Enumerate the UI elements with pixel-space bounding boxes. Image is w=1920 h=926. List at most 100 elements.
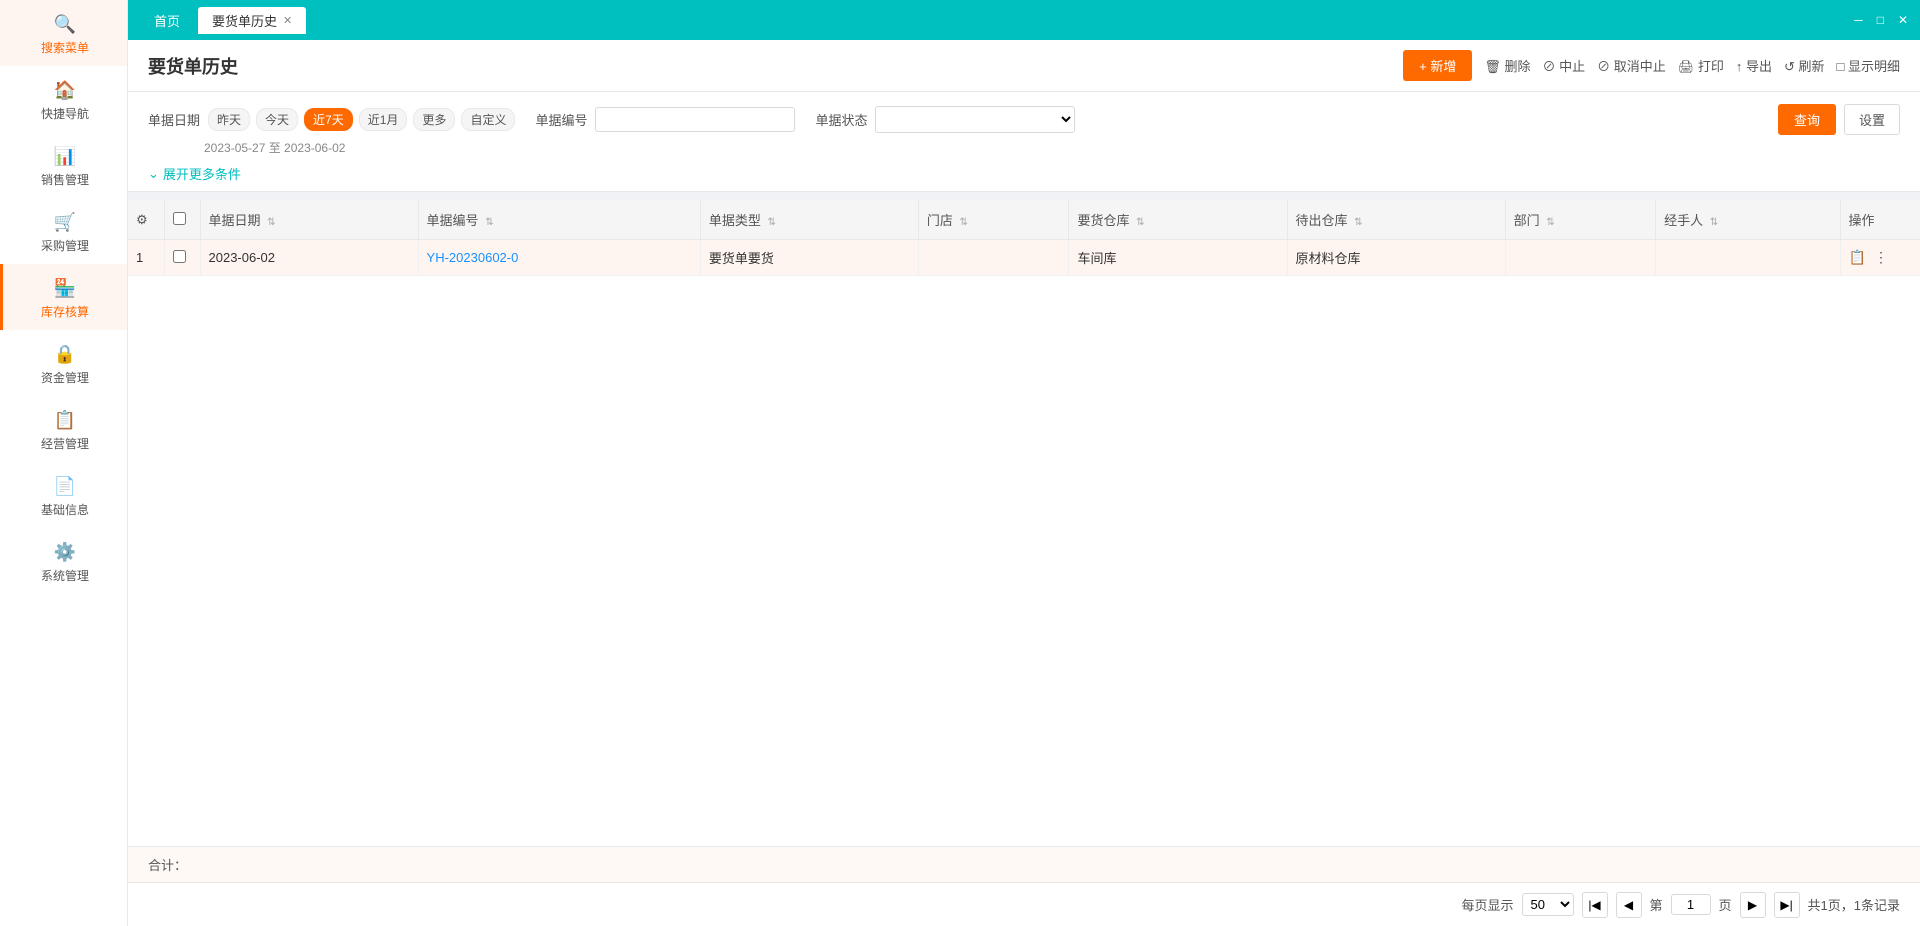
purchase-icon: 🛒 <box>54 212 76 233</box>
col-settings[interactable]: ⚙ <box>128 200 164 240</box>
status-select[interactable] <box>875 106 1075 133</box>
sidebar-item-label: 资金管理 <box>41 369 89 386</box>
date-last7days[interactable]: 近7天 <box>304 108 353 131</box>
settings-button[interactable]: 设置 <box>1844 104 1900 135</box>
sort-store-icon: ⇅ <box>960 217 968 228</box>
row-edit-icon[interactable]: 📋 <box>1849 249 1866 266</box>
sort-date-icon: ⇅ <box>267 217 275 228</box>
sidebar-item-system[interactable]: ⚙️ 系统管理 <box>0 528 127 594</box>
export-button[interactable]: ↑ 导出 <box>1736 56 1772 75</box>
row-checkbox[interactable] <box>173 250 186 263</box>
sidebar-item-search[interactable]: 🔍 搜索菜单 <box>0 0 127 66</box>
sort-orderno-icon: ⇅ <box>485 217 493 228</box>
basicinfo-icon: 📄 <box>54 476 76 497</box>
sidebar-item-purchase[interactable]: 🛒 采购管理 <box>0 198 127 264</box>
col-type[interactable]: 单据类型 ⇅ <box>700 200 918 240</box>
sidebar-item-inventory[interactable]: 🏪 库存核算 <box>0 264 127 330</box>
system-icon: ⚙️ <box>54 542 76 563</box>
minimize-button[interactable]: ─ <box>1854 13 1863 27</box>
date-custom[interactable]: 自定义 <box>461 108 515 131</box>
col-checkbox <box>164 200 200 240</box>
sidebar: 🔍 搜索菜单 🏠 快捷导航 📊 销售管理 🛒 采购管理 🏪 库存核算 🔒 资金管… <box>0 0 128 926</box>
table-area: ⚙ 单据日期 ⇅ 单据编号 ⇅ <box>128 200 1920 882</box>
sidebar-item-quicknav[interactable]: 🏠 快捷导航 <box>0 66 127 132</box>
expand-more-button[interactable]: ⌄ 展开更多条件 <box>148 164 1900 183</box>
sidebar-item-sales[interactable]: 📊 销售管理 <box>0 132 127 198</box>
toolbar: + 新增 🗑 删除 ⊘ 中止 ⊘ 取消中止 🖨 打印 ↑ 导出 ↺ 刷新 □ 显… <box>1403 50 1900 81</box>
sort-dept-icon: ⇅ <box>1546 217 1554 228</box>
finance-icon: 🔒 <box>54 344 76 365</box>
select-all-checkbox[interactable] <box>173 212 186 225</box>
cell-checkbox <box>164 240 200 276</box>
chevron-down-icon: ⌄ <box>148 166 159 182</box>
settings-gear[interactable]: ⚙ <box>136 212 148 227</box>
cell-operation: 📋 ⋮ <box>1840 240 1920 276</box>
date-more[interactable]: 更多 <box>413 108 455 131</box>
home-icon: 🏠 <box>54 80 76 101</box>
query-button[interactable]: 查询 <box>1778 104 1836 135</box>
sidebar-item-operations[interactable]: 📋 经营管理 <box>0 396 127 462</box>
cell-store <box>918 240 1069 276</box>
sort-type-icon: ⇅ <box>768 217 776 228</box>
tab-home[interactable]: 首页 <box>140 7 194 34</box>
cell-req-warehouse: 车间库 <box>1069 240 1287 276</box>
order-no-input[interactable] <box>595 107 795 132</box>
page-size-select[interactable]: 20 50 100 <box>1522 893 1574 916</box>
order-no-link[interactable]: YH-20230602-0 <box>427 250 519 265</box>
col-order-no[interactable]: 单据编号 ⇅ <box>418 200 700 240</box>
date-filter: 单据日期 昨天 今天 近7天 近1月 更多 自定义 <box>148 108 515 131</box>
next-page-button[interactable]: ▶ <box>1740 892 1766 918</box>
inventory-icon: 🏪 <box>54 278 76 299</box>
last-page-button[interactable]: ▶| <box>1774 892 1800 918</box>
refresh-button[interactable]: ↺ 刷新 <box>1784 56 1825 75</box>
tab-order-history[interactable]: 要货单历史 ✕ <box>198 7 306 34</box>
sidebar-item-label: 基础信息 <box>41 501 89 518</box>
row-more-icon[interactable]: ⋮ <box>1874 249 1888 266</box>
delete-button[interactable]: 🗑 删除 <box>1484 56 1530 75</box>
main-area: 首页 要货单历史 ✕ ─ □ ✕ 要货单历史 + 新增 🗑 删除 ⊘ 中止 ⊘ … <box>128 0 1920 926</box>
col-store[interactable]: 门店 ⇅ <box>918 200 1069 240</box>
table-footer: 合计： <box>128 846 1920 882</box>
total-label: 合计： <box>148 858 187 873</box>
col-req-warehouse[interactable]: 要货仓库 ⇅ <box>1069 200 1287 240</box>
col-handler[interactable]: 经手人 ⇅ <box>1656 200 1840 240</box>
page-input[interactable] <box>1671 894 1711 915</box>
sort-pendwh-icon: ⇅ <box>1354 217 1362 228</box>
prev-page-button[interactable]: ◀ <box>1616 892 1642 918</box>
col-department[interactable]: 部门 ⇅ <box>1505 200 1656 240</box>
expand-more-label: 展开更多条件 <box>163 164 241 183</box>
cancel-stop-button[interactable]: ⊘ 取消中止 <box>1597 56 1666 75</box>
filter-row: 单据日期 昨天 今天 近7天 近1月 更多 自定义 单据编号 <box>148 104 1900 135</box>
date-filter-label: 单据日期 <box>148 110 200 129</box>
col-date[interactable]: 单据日期 ⇅ <box>200 200 418 240</box>
sidebar-item-label: 经营管理 <box>41 435 89 452</box>
first-page-button[interactable]: |◀ <box>1582 892 1608 918</box>
cell-handler <box>1656 240 1840 276</box>
date-last1month[interactable]: 近1月 <box>359 108 408 131</box>
date-yesterday[interactable]: 昨天 <box>208 108 250 131</box>
table-spacer <box>128 276 1920 846</box>
data-table: ⚙ 单据日期 ⇅ 单据编号 ⇅ <box>128 200 1920 276</box>
sidebar-item-finance[interactable]: 🔒 资金管理 <box>0 330 127 396</box>
sidebar-item-label: 系统管理 <box>41 567 89 584</box>
sort-handler-icon: ⇅ <box>1710 217 1718 228</box>
new-button[interactable]: + 新增 <box>1403 50 1472 81</box>
cell-date: 2023-06-02 <box>200 240 418 276</box>
date-today[interactable]: 今天 <box>256 108 298 131</box>
order-no-label: 单据编号 <box>535 110 587 129</box>
col-pending-warehouse[interactable]: 待出仓库 ⇅ <box>1287 200 1505 240</box>
sidebar-item-basicinfo[interactable]: 📄 基础信息 <box>0 462 127 528</box>
content-area: 要货单历史 + 新增 🗑 删除 ⊘ 中止 ⊘ 取消中止 🖨 打印 ↑ 导出 ↺ … <box>128 40 1920 926</box>
search-menu-icon: 🔍 <box>54 14 76 35</box>
cell-order-no[interactable]: YH-20230602-0 <box>418 240 700 276</box>
close-button[interactable]: ✕ <box>1898 13 1908 27</box>
tab-close-icon[interactable]: ✕ <box>283 14 292 27</box>
top-navigation: 首页 要货单历史 ✕ ─ □ ✕ <box>128 0 1920 40</box>
sidebar-item-label: 销售管理 <box>41 171 89 188</box>
date-range-display: 2023-05-27 至 2023-06-02 <box>204 141 345 155</box>
show-detail-button[interactable]: □ 显示明细 <box>1837 56 1900 75</box>
sidebar-item-label: 快捷导航 <box>41 105 89 122</box>
stop-button[interactable]: ⊘ 中止 <box>1543 56 1586 75</box>
print-button[interactable]: 🖨 打印 <box>1678 56 1724 75</box>
maximize-button[interactable]: □ <box>1877 13 1884 27</box>
